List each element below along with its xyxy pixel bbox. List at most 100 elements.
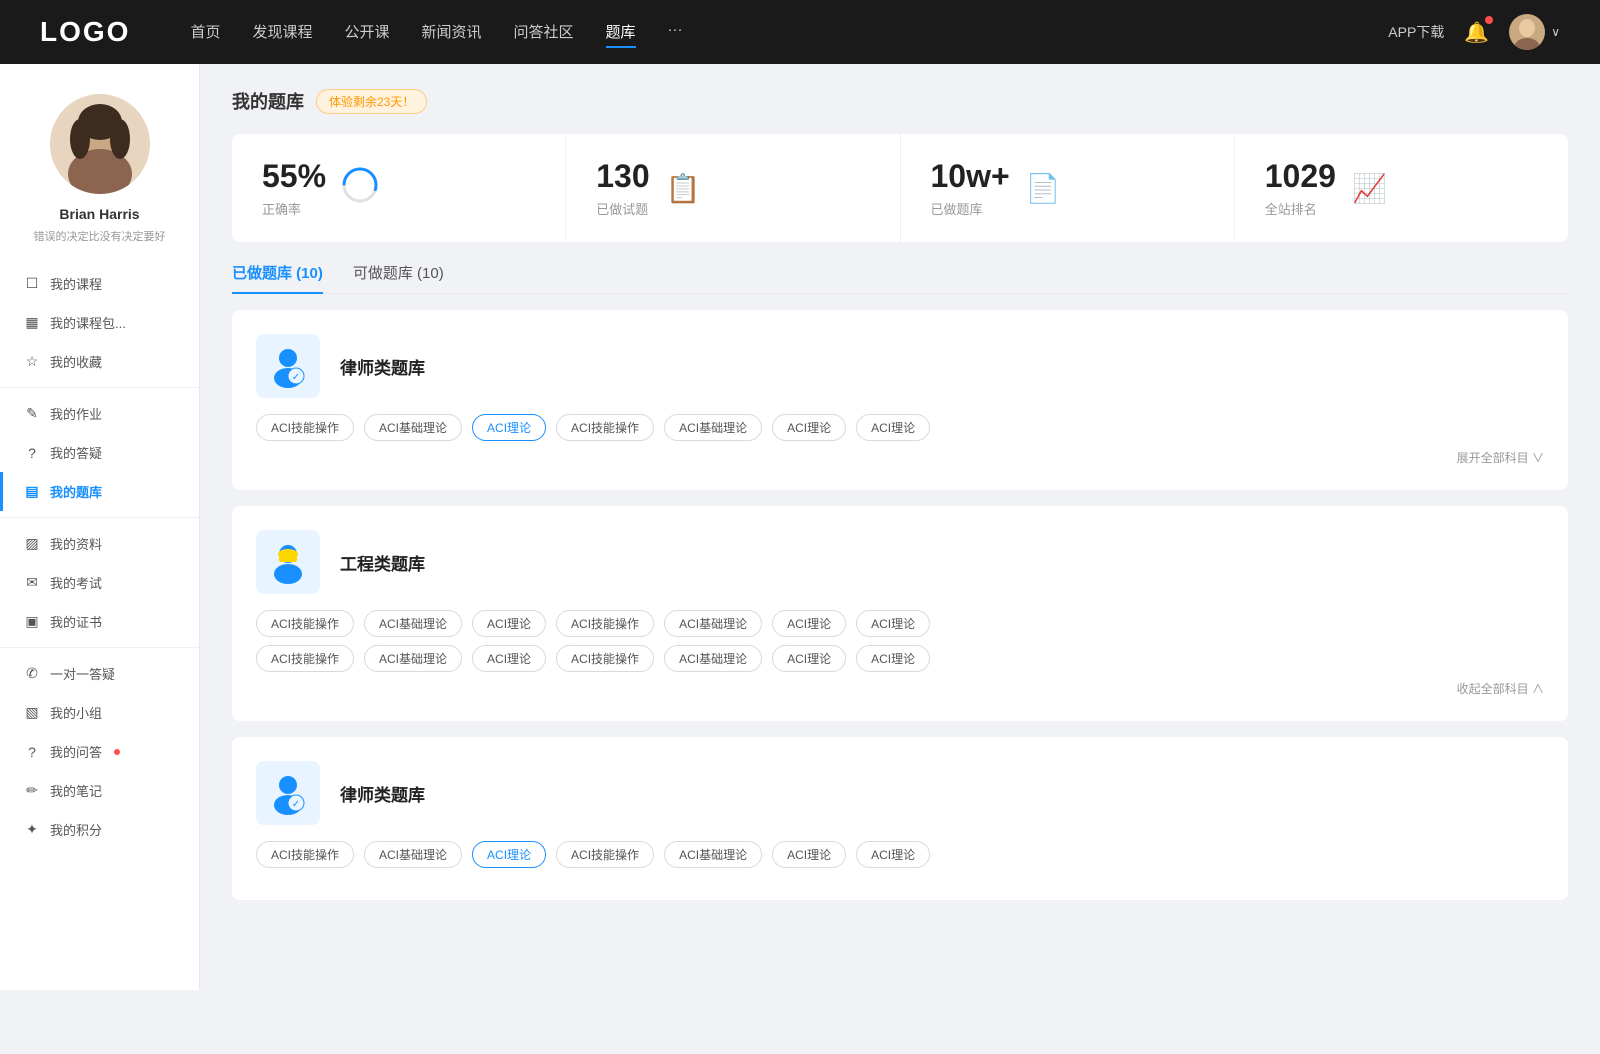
qbank-card-lawyer-2: ✓ 律师类题库 ACI技能操作 ACI基础理论 ACI理论 ACI技能操作 AC… bbox=[232, 737, 1568, 900]
sidebar: Brian Harris 错误的决定比没有决定要好 ☐ 我的课程 ▦ 我的课程包… bbox=[0, 64, 200, 990]
sidebar-label: 我的课程包... bbox=[50, 313, 126, 332]
tag-2-10[interactable]: ACI技能操作 bbox=[556, 645, 654, 672]
tag-2-2[interactable]: ACI理论 bbox=[472, 610, 546, 637]
sidebar-label: 我的小组 bbox=[50, 703, 102, 722]
tag-2-1[interactable]: ACI基础理论 bbox=[364, 610, 462, 637]
notification-bell[interactable]: 🔔 bbox=[1464, 20, 1489, 45]
trial-badge: 体验剩余23天！ bbox=[316, 89, 427, 114]
stat-accuracy: 55% 正确率 bbox=[232, 134, 566, 242]
tag-1-3[interactable]: ACI技能操作 bbox=[556, 414, 654, 441]
sidebar-item-1on1[interactable]: ✆ 一对一答疑 bbox=[0, 654, 199, 693]
tab-available-banks[interactable]: 可做题库 (10) bbox=[353, 262, 444, 293]
tag-1-1[interactable]: ACI基础理论 bbox=[364, 414, 462, 441]
tag-1-0[interactable]: ACI技能操作 bbox=[256, 414, 354, 441]
sidebar-label: 我的证书 bbox=[50, 612, 102, 631]
tag-2-9[interactable]: ACI理论 bbox=[472, 645, 546, 672]
sidebar-label: 我的收藏 bbox=[50, 352, 102, 371]
tag-3-2[interactable]: ACI理论 bbox=[472, 841, 546, 868]
qbank-title-1: 律师类题库 bbox=[340, 354, 425, 379]
tag-2-6[interactable]: ACI理论 bbox=[856, 610, 930, 637]
tab-done-banks[interactable]: 已做题库 (10) bbox=[232, 262, 323, 293]
sidebar-item-qbank[interactable]: ▤ 我的题库 bbox=[0, 472, 199, 511]
star-icon: ☆ bbox=[24, 353, 40, 370]
nav-opencourse[interactable]: 公开课 bbox=[344, 17, 389, 48]
tag-2-13[interactable]: ACI理论 bbox=[856, 645, 930, 672]
qbank-title-3: 律师类题库 bbox=[340, 781, 425, 806]
tags-row-1: ACI技能操作 ACI基础理论 ACI理论 ACI技能操作 ACI基础理论 AC… bbox=[256, 414, 1544, 441]
profile-avatar bbox=[50, 94, 150, 194]
qbank-title-2: 工程类题库 bbox=[340, 550, 425, 575]
accuracy-icon bbox=[342, 167, 378, 210]
chevron-down-icon: ∨ bbox=[1551, 25, 1560, 39]
tags-row-2b: ACI技能操作 ACI基础理论 ACI理论 ACI技能操作 ACI基础理论 AC… bbox=[256, 645, 1544, 672]
qbank-icon-engineer bbox=[256, 530, 320, 594]
sidebar-item-my-course[interactable]: ☐ 我的课程 bbox=[0, 264, 199, 303]
svg-text:✓: ✓ bbox=[292, 799, 300, 810]
sidebar-item-answers[interactable]: ? 我的答疑 bbox=[0, 433, 199, 472]
expand-text-1[interactable]: 展开全部科目 ∨ bbox=[1457, 451, 1544, 465]
expand-row-2[interactable]: 收起全部科目 ∧ bbox=[256, 680, 1544, 697]
tag-2-5[interactable]: ACI理论 bbox=[772, 610, 846, 637]
sidebar-item-certificate[interactable]: ▣ 我的证书 bbox=[0, 602, 199, 641]
notes-icon: ✏ bbox=[24, 782, 40, 799]
qbank-icon-lawyer-2: ✓ bbox=[256, 761, 320, 825]
sidebar-item-course-package[interactable]: ▦ 我的课程包... bbox=[0, 303, 199, 342]
sidebar-item-homework[interactable]: ✎ 我的作业 bbox=[0, 394, 199, 433]
sidebar-item-favorites[interactable]: ☆ 我的收藏 bbox=[0, 342, 199, 381]
qbank-header-1: ✓ 律师类题库 bbox=[256, 334, 1544, 398]
course-icon: ☐ bbox=[24, 275, 40, 292]
sidebar-label: 我的答疑 bbox=[50, 443, 102, 462]
tag-3-3[interactable]: ACI技能操作 bbox=[556, 841, 654, 868]
notification-badge bbox=[1485, 16, 1493, 24]
sidebar-item-my-qa[interactable]: ? 我的问答 bbox=[0, 732, 199, 771]
tag-2-7[interactable]: ACI技能操作 bbox=[256, 645, 354, 672]
tag-3-0[interactable]: ACI技能操作 bbox=[256, 841, 354, 868]
sidebar-item-points[interactable]: ✦ 我的积分 bbox=[0, 810, 199, 849]
stat-accuracy-label: 正确率 bbox=[262, 199, 326, 218]
stat-done-questions-label: 已做试题 bbox=[596, 199, 649, 218]
tag-1-2[interactable]: ACI理论 bbox=[472, 414, 546, 441]
nav-more[interactable]: ··· bbox=[668, 17, 683, 48]
nav-qbank[interactable]: 题库 bbox=[606, 17, 636, 48]
sidebar-item-exam[interactable]: ✉ 我的考试 bbox=[0, 563, 199, 602]
tag-2-8[interactable]: ACI基础理论 bbox=[364, 645, 462, 672]
tag-2-11[interactable]: ACI基础理论 bbox=[664, 645, 762, 672]
sidebar-label: 我的考试 bbox=[50, 573, 102, 592]
qbank-icon-lawyer-1: ✓ bbox=[256, 334, 320, 398]
tag-1-6[interactable]: ACI理论 bbox=[856, 414, 930, 441]
tag-2-12[interactable]: ACI理论 bbox=[772, 645, 846, 672]
nav-home[interactable]: 首页 bbox=[190, 17, 220, 48]
tag-3-5[interactable]: ACI理论 bbox=[772, 841, 846, 868]
materials-icon: ▨ bbox=[24, 535, 40, 552]
user-menu[interactable]: ∨ bbox=[1509, 14, 1560, 50]
tag-3-1[interactable]: ACI基础理论 bbox=[364, 841, 462, 868]
tag-2-3[interactable]: ACI技能操作 bbox=[556, 610, 654, 637]
tabs-row: 已做题库 (10) 可做题库 (10) bbox=[232, 262, 1568, 294]
expand-row-1[interactable]: 展开全部科目 ∨ bbox=[256, 449, 1544, 466]
tag-1-4[interactable]: ACI基础理论 bbox=[664, 414, 762, 441]
nav-discover[interactable]: 发现课程 bbox=[252, 17, 312, 48]
tag-1-5[interactable]: ACI理论 bbox=[772, 414, 846, 441]
sidebar-label: 我的问答 bbox=[50, 742, 102, 761]
answer-icon: ? bbox=[24, 445, 40, 461]
sidebar-item-notes[interactable]: ✏ 我的笔记 bbox=[0, 771, 199, 810]
1on1-icon: ✆ bbox=[24, 665, 40, 682]
rank-icon: 📈 bbox=[1352, 172, 1387, 205]
tag-2-0[interactable]: ACI技能操作 bbox=[256, 610, 354, 637]
expand-text-2[interactable]: 收起全部科目 ∧ bbox=[1457, 682, 1544, 696]
sidebar-item-materials[interactable]: ▨ 我的资料 bbox=[0, 524, 199, 563]
banks-icon: 📄 bbox=[1026, 172, 1061, 205]
stat-done-banks-value: 10w+ bbox=[931, 158, 1010, 195]
sidebar-item-group[interactable]: ▧ 我的小组 bbox=[0, 693, 199, 732]
tag-2-4[interactable]: ACI基础理论 bbox=[664, 610, 762, 637]
tag-3-4[interactable]: ACI基础理论 bbox=[664, 841, 762, 868]
tags-row-3: ACI技能操作 ACI基础理论 ACI理论 ACI技能操作 ACI基础理论 AC… bbox=[256, 841, 1544, 868]
tag-3-6[interactable]: ACI理论 bbox=[856, 841, 930, 868]
nav-qa[interactable]: 问答社区 bbox=[514, 17, 574, 48]
nav-news[interactable]: 新闻资讯 bbox=[422, 17, 482, 48]
stat-done-banks: 10w+ 已做题库 📄 bbox=[901, 134, 1235, 242]
tags-row-2a: ACI技能操作 ACI基础理论 ACI理论 ACI技能操作 ACI基础理论 AC… bbox=[256, 610, 1544, 637]
sidebar-label: 我的积分 bbox=[50, 820, 102, 839]
red-dot-indicator bbox=[114, 749, 120, 755]
app-download-link[interactable]: APP下载 bbox=[1388, 22, 1444, 42]
